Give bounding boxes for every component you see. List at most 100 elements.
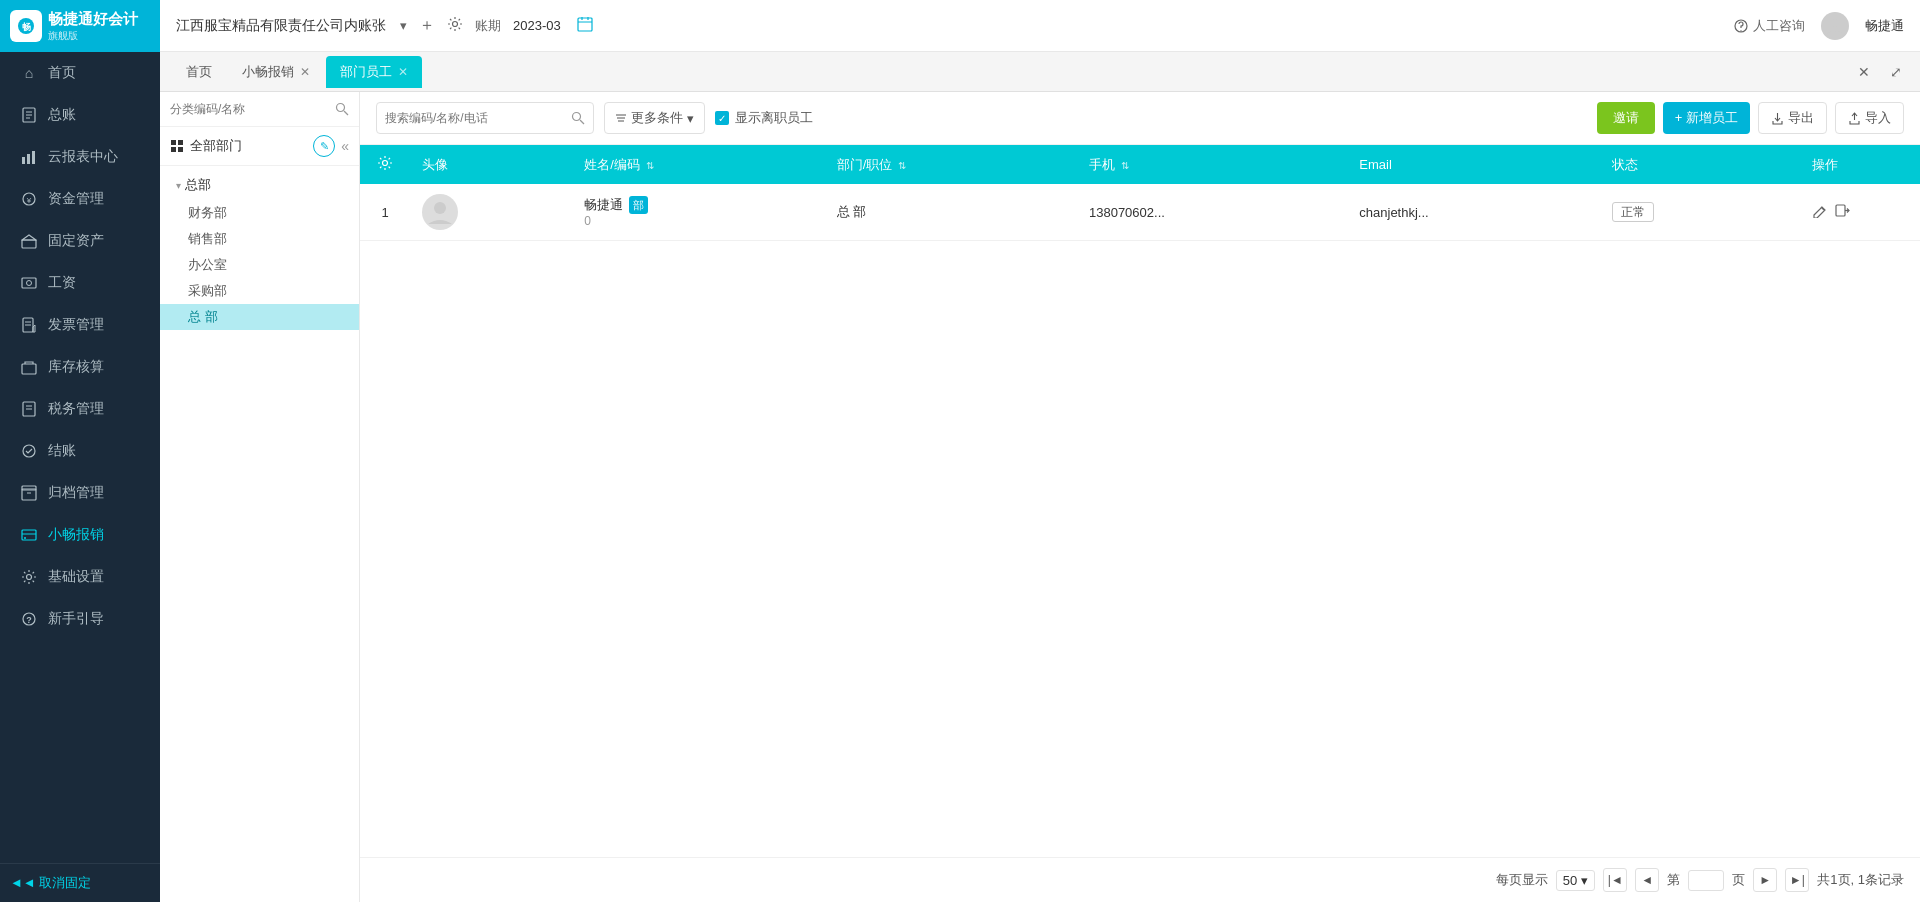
tab-dept[interactable]: 部门员工 ✕ (326, 56, 422, 88)
sidebar-item-capital[interactable]: ¥ 资金管理 (0, 178, 160, 220)
sidebar-item-reports[interactable]: 云报表中心 (0, 136, 160, 178)
sidebar-item-invoice[interactable]: 发票管理 (0, 304, 160, 346)
expand-window-icon[interactable]: ⤢ (1884, 60, 1908, 84)
svg-point-40 (337, 104, 345, 112)
svg-rect-23 (22, 489, 36, 500)
capital-icon: ¥ (20, 190, 38, 208)
show-resign-toggle[interactable]: ✓ 显示离职员工 (715, 109, 813, 127)
dept-search-icon[interactable] (335, 102, 349, 116)
calendar-icon[interactable] (577, 16, 593, 35)
export-button[interactable]: 导出 (1758, 102, 1827, 134)
dept-node-headquarters[interactable]: ▾ 总部 (160, 170, 359, 200)
sidebar-item-checkout[interactable]: 结账 (0, 430, 160, 472)
svg-line-47 (580, 120, 584, 124)
sidebar-item-inventory[interactable]: 库存核算 (0, 346, 160, 388)
sidebar-item-assets[interactable]: 固定资产 (0, 220, 160, 262)
dept-child-purchase[interactable]: 采购部 (160, 278, 359, 304)
right-panel: 更多条件 ▾ ✓ 显示离职员工 邀请 + 新增员工 导出 (360, 92, 1920, 902)
logout-icon[interactable] (1835, 203, 1850, 221)
import-button[interactable]: 导入 (1835, 102, 1904, 134)
page-number-input[interactable]: 1 (1688, 870, 1724, 891)
support-label: 人工咨询 (1753, 17, 1805, 35)
company-dropdown-icon[interactable]: ▾ (400, 18, 407, 33)
svg-point-28 (24, 537, 26, 539)
dept-child-sales[interactable]: 销售部 (160, 226, 359, 252)
sidebar-item-salary[interactable]: 工资 (0, 262, 160, 304)
add-staff-button[interactable]: + 新增员工 (1663, 102, 1750, 134)
tax-icon (20, 400, 38, 418)
row-avatar (410, 184, 572, 241)
sidebar-item-expense[interactable]: 小畅报销 (0, 514, 160, 556)
col-settings[interactable] (360, 145, 410, 184)
sidebar-item-home[interactable]: ⌂ 首页 (0, 52, 160, 94)
staff-search-icon[interactable] (571, 111, 585, 125)
col-dept-header[interactable]: 部门/职位 ⇅ (825, 145, 1077, 184)
sidebar-item-label: 固定资产 (48, 232, 104, 250)
expense-icon (20, 526, 38, 544)
settings-icon[interactable] (447, 16, 463, 35)
dept-child-general[interactable]: 总 部 (160, 304, 359, 330)
row-email: chanjethkj... (1347, 184, 1600, 241)
avatar (422, 194, 458, 230)
per-page-dropdown-icon: ▾ (1581, 873, 1588, 888)
col-phone-header[interactable]: 手机 ⇅ (1077, 145, 1347, 184)
sidebar-item-guide[interactable]: ? 新手引导 (0, 598, 160, 640)
first-page-button[interactable]: |◄ (1603, 868, 1627, 892)
svg-line-41 (344, 111, 348, 115)
total-records: 共1页, 1条记录 (1817, 871, 1904, 889)
dept-child-finance[interactable]: 财务部 (160, 200, 359, 226)
col-avatar-header: 头像 (410, 145, 572, 184)
next-page-button[interactable]: ► (1753, 868, 1777, 892)
reports-icon (20, 148, 38, 166)
period-value[interactable]: 2023-03 (513, 18, 561, 33)
unpin-button[interactable]: ◄◄ 取消固定 (0, 863, 160, 902)
add-company-button[interactable]: ＋ (419, 15, 435, 36)
edit-icon[interactable] (1812, 203, 1827, 221)
col-email-header: Email (1347, 145, 1600, 184)
staff-search-input[interactable] (385, 111, 565, 125)
svg-rect-11 (22, 240, 36, 248)
per-page-select[interactable]: 50 ▾ (1556, 870, 1595, 891)
export-label: 导出 (1788, 109, 1814, 127)
row-phone: 138070602... (1077, 184, 1347, 241)
dept-collapse-icon[interactable]: « (341, 138, 349, 154)
action-icons (1812, 203, 1908, 221)
tab-dept-close-icon[interactable]: ✕ (398, 65, 408, 79)
tab-expense[interactable]: 小畅报销 ✕ (228, 56, 324, 88)
add-staff-label: + 新增员工 (1675, 109, 1738, 127)
invite-button[interactable]: 邀请 (1597, 102, 1655, 134)
prev-page-button[interactable]: ◄ (1635, 868, 1659, 892)
dept-edit-icon[interactable]: ✎ (313, 135, 335, 157)
tabs-bar: 首页 小畅报销 ✕ 部门员工 ✕ ✕ ⤢ (160, 52, 1920, 92)
sidebar-item-settings[interactable]: 基础设置 (0, 556, 160, 598)
sidebar-item-ledger[interactable]: 总账 (0, 94, 160, 136)
toolbar: 更多条件 ▾ ✓ 显示离职员工 邀请 + 新增员工 导出 (360, 92, 1920, 145)
sidebar-item-label: 发票管理 (48, 316, 104, 334)
import-label: 导入 (1865, 109, 1891, 127)
status-badge: 正常 (1612, 202, 1654, 222)
tab-home[interactable]: 首页 (172, 56, 226, 88)
checkout-icon (20, 442, 38, 460)
close-window-icon[interactable]: ✕ (1852, 60, 1876, 84)
col-name-header[interactable]: 姓名/编码 ⇅ (572, 145, 824, 184)
staff-table-container: 头像 姓名/编码 ⇅ 部门/职位 ⇅ 手机 (360, 145, 1920, 857)
dept-search-input[interactable] (170, 102, 329, 116)
top-header: 江西服宝精品有限责任公司内账张 ▾ ＋ 账期 2023-03 人工咨询 畅捷通 (160, 0, 1920, 52)
show-resign-label: 显示离职员工 (735, 109, 813, 127)
toolbar-right: 邀请 + 新增员工 导出 导入 (1597, 102, 1904, 134)
sidebar-item-label: 新手引导 (48, 610, 104, 628)
support-button[interactable]: 人工咨询 (1733, 17, 1805, 35)
last-page-button[interactable]: ►| (1785, 868, 1809, 892)
sidebar-item-label: 总账 (48, 106, 76, 124)
svg-point-29 (27, 575, 32, 580)
row-status: 正常 (1600, 184, 1800, 241)
sidebar-item-archive[interactable]: 归档管理 (0, 472, 160, 514)
dept-tree-title: 全部部门 (190, 137, 307, 155)
more-filter-button[interactable]: 更多条件 ▾ (604, 102, 705, 134)
dept-tree: ▾ 总部 财务部 销售部 办公室 采购部 总 部 (160, 166, 359, 334)
col-settings-icon (377, 155, 393, 171)
import-icon (1848, 112, 1861, 125)
dept-child-office[interactable]: 办公室 (160, 252, 359, 278)
tab-expense-close-icon[interactable]: ✕ (300, 65, 310, 79)
sidebar-item-tax[interactable]: 税务管理 (0, 388, 160, 430)
